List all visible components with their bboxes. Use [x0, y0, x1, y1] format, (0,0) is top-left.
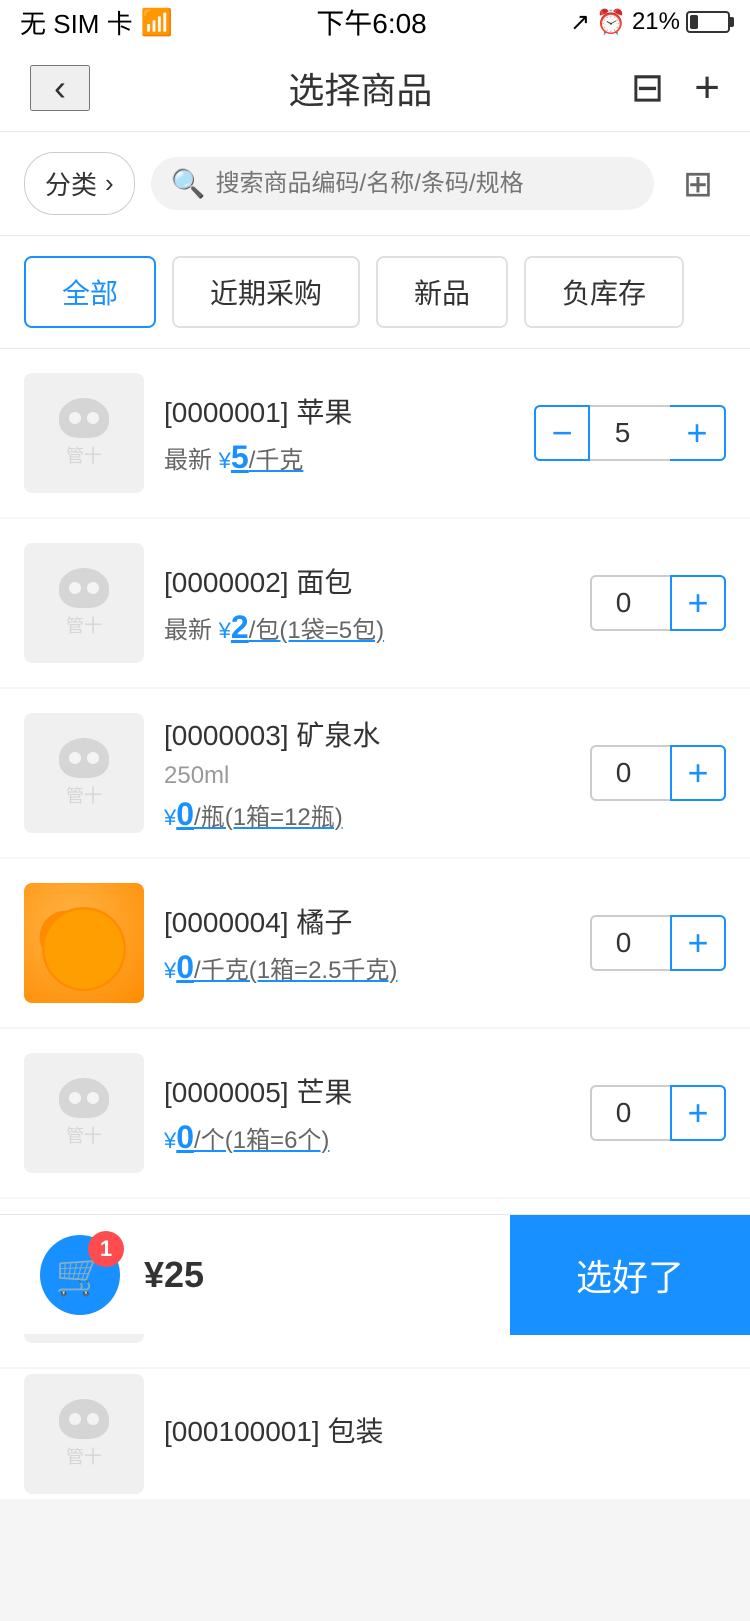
filter-icon[interactable]: ⊟ — [631, 65, 665, 111]
carrier-text: 无 SIM 卡 — [20, 4, 133, 41]
product-thumbnail: 管十 — [24, 1374, 144, 1494]
nav-bar: ‹ 选择商品 ⊟ + — [0, 44, 750, 132]
list-item: 管十 [0000001] 苹果 最新 ¥5/千克 − + — [0, 349, 750, 517]
filter-tabs: 全部 近期采购 新品 负库存 — [0, 236, 750, 349]
cart-section: 🛒 1 ¥25 — [0, 1235, 510, 1315]
product-thumbnail: 管十 — [24, 1053, 144, 1173]
quantity-control: + — [590, 1085, 726, 1141]
battery-percent: 21% — [632, 8, 680, 36]
product-spec: 250ml — [164, 762, 570, 790]
product-info: [0000003] 矿泉水 250ml ¥0/瓶(1箱=12瓶) — [164, 714, 570, 833]
page-title: 选择商品 — [288, 62, 432, 114]
list-item: 管十 [0000005] 芒果 ¥0/个(1箱=6个) + — [0, 1029, 750, 1197]
quantity-increase-button[interactable]: + — [670, 1085, 726, 1141]
list-item: 管十 [0000002] 面包 最新 ¥2/包(1袋=5包) + — [0, 519, 750, 687]
location-icon: ↗ — [570, 8, 590, 37]
placeholder-logo: 管十 — [59, 398, 109, 468]
cart-badge: 1 — [88, 1231, 124, 1267]
quantity-increase-button[interactable]: + — [670, 405, 726, 461]
product-name: [0000003] 矿泉水 — [164, 714, 570, 754]
product-price: ¥0/千克(1箱=2.5千克) — [164, 949, 570, 986]
quantity-control: − + — [534, 405, 726, 461]
battery-icon — [686, 11, 730, 33]
nav-actions: ⊟ + — [631, 63, 720, 113]
quantity-input[interactable] — [590, 915, 670, 971]
quantity-control: + — [590, 575, 726, 631]
search-input[interactable] — [216, 170, 634, 198]
product-info: [0000001] 苹果 最新 ¥5/千克 — [164, 391, 514, 476]
quantity-decrease-button[interactable]: − — [534, 405, 590, 461]
tab-all[interactable]: 全部 — [24, 256, 156, 328]
list-item: 管十 [000100001] 包装 — [0, 1369, 750, 1499]
product-info: [000100001] 包装 — [164, 1410, 726, 1458]
cart-total: ¥25 — [144, 1254, 204, 1296]
quantity-increase-button[interactable]: + — [670, 745, 726, 801]
quantity-increase-button[interactable]: + — [670, 575, 726, 631]
product-info: [0000002] 面包 最新 ¥2/包(1袋=5包) — [164, 561, 570, 646]
product-info: [0000004] 橘子 ¥0/千克(1箱=2.5千克) — [164, 901, 570, 986]
placeholder-logo: 管十 — [59, 1399, 109, 1469]
tab-negative-stock[interactable]: 负库存 — [524, 256, 684, 328]
product-name: [0000004] 橘子 — [164, 901, 570, 941]
quantity-increase-button[interactable]: + — [670, 915, 726, 971]
status-carrier: 无 SIM 卡 📶 — [20, 4, 173, 41]
list-item: [0000004] 橘子 ¥0/千克(1箱=2.5千克) + — [0, 859, 750, 1027]
search-icon: 🔍 — [171, 167, 206, 200]
quantity-input[interactable] — [590, 1085, 670, 1141]
product-thumbnail — [24, 883, 144, 1003]
product-info: [0000005] 芒果 ¥0/个(1箱=6个) — [164, 1071, 570, 1156]
alarm-icon: ⏰ — [596, 8, 626, 37]
category-button[interactable]: 分类 › — [24, 152, 135, 215]
status-right: ↗ ⏰ 21% — [570, 8, 730, 37]
status-time: 下午6:08 — [316, 2, 427, 42]
product-name: [0000001] 苹果 — [164, 391, 514, 431]
confirm-button[interactable]: 选好了 — [510, 1215, 750, 1335]
quantity-input[interactable] — [590, 745, 670, 801]
wifi-icon: 📶 — [141, 7, 173, 38]
search-bar[interactable]: 🔍 — [151, 157, 654, 210]
scan-button[interactable]: ⊞ — [670, 162, 726, 206]
quantity-control: + — [590, 745, 726, 801]
product-thumbnail: 管十 — [24, 713, 144, 833]
product-thumbnail: 管十 — [24, 373, 144, 493]
product-price: 最新 ¥2/包(1袋=5包) — [164, 609, 570, 646]
back-button[interactable]: ‹ — [30, 65, 90, 111]
toolbar: 分类 › 🔍 ⊞ — [0, 132, 750, 236]
placeholder-logo: 管十 — [59, 738, 109, 808]
product-price: ¥0/瓶(1箱=12瓶) — [164, 796, 570, 833]
product-name: [0000002] 面包 — [164, 561, 570, 601]
tab-recent-purchase[interactable]: 近期采购 — [172, 256, 360, 328]
quantity-input[interactable] — [590, 405, 670, 461]
product-thumbnail: 管十 — [24, 543, 144, 663]
product-price: ¥0/个(1箱=6个) — [164, 1119, 570, 1156]
bottom-bar: 🛒 1 ¥25 选好了 — [0, 1214, 750, 1334]
quantity-input[interactable] — [590, 575, 670, 631]
placeholder-logo: 管十 — [59, 568, 109, 638]
quantity-control: + — [590, 915, 726, 971]
product-price: 最新 ¥5/千克 — [164, 439, 514, 476]
category-label: 分类 — [45, 165, 97, 202]
placeholder-logo: 管十 — [59, 1078, 109, 1148]
status-bar: 无 SIM 卡 📶 下午6:08 ↗ ⏰ 21% — [0, 0, 750, 44]
cart-icon-wrap[interactable]: 🛒 1 — [40, 1235, 120, 1315]
add-icon[interactable]: + — [694, 63, 720, 113]
product-name: [0000005] 芒果 — [164, 1071, 570, 1111]
product-name: [000100001] 包装 — [164, 1410, 726, 1450]
category-arrow-icon: › — [105, 168, 114, 199]
tab-new-products[interactable]: 新品 — [376, 256, 508, 328]
list-item: 管十 [0000003] 矿泉水 250ml ¥0/瓶(1箱=12瓶) + — [0, 689, 750, 857]
